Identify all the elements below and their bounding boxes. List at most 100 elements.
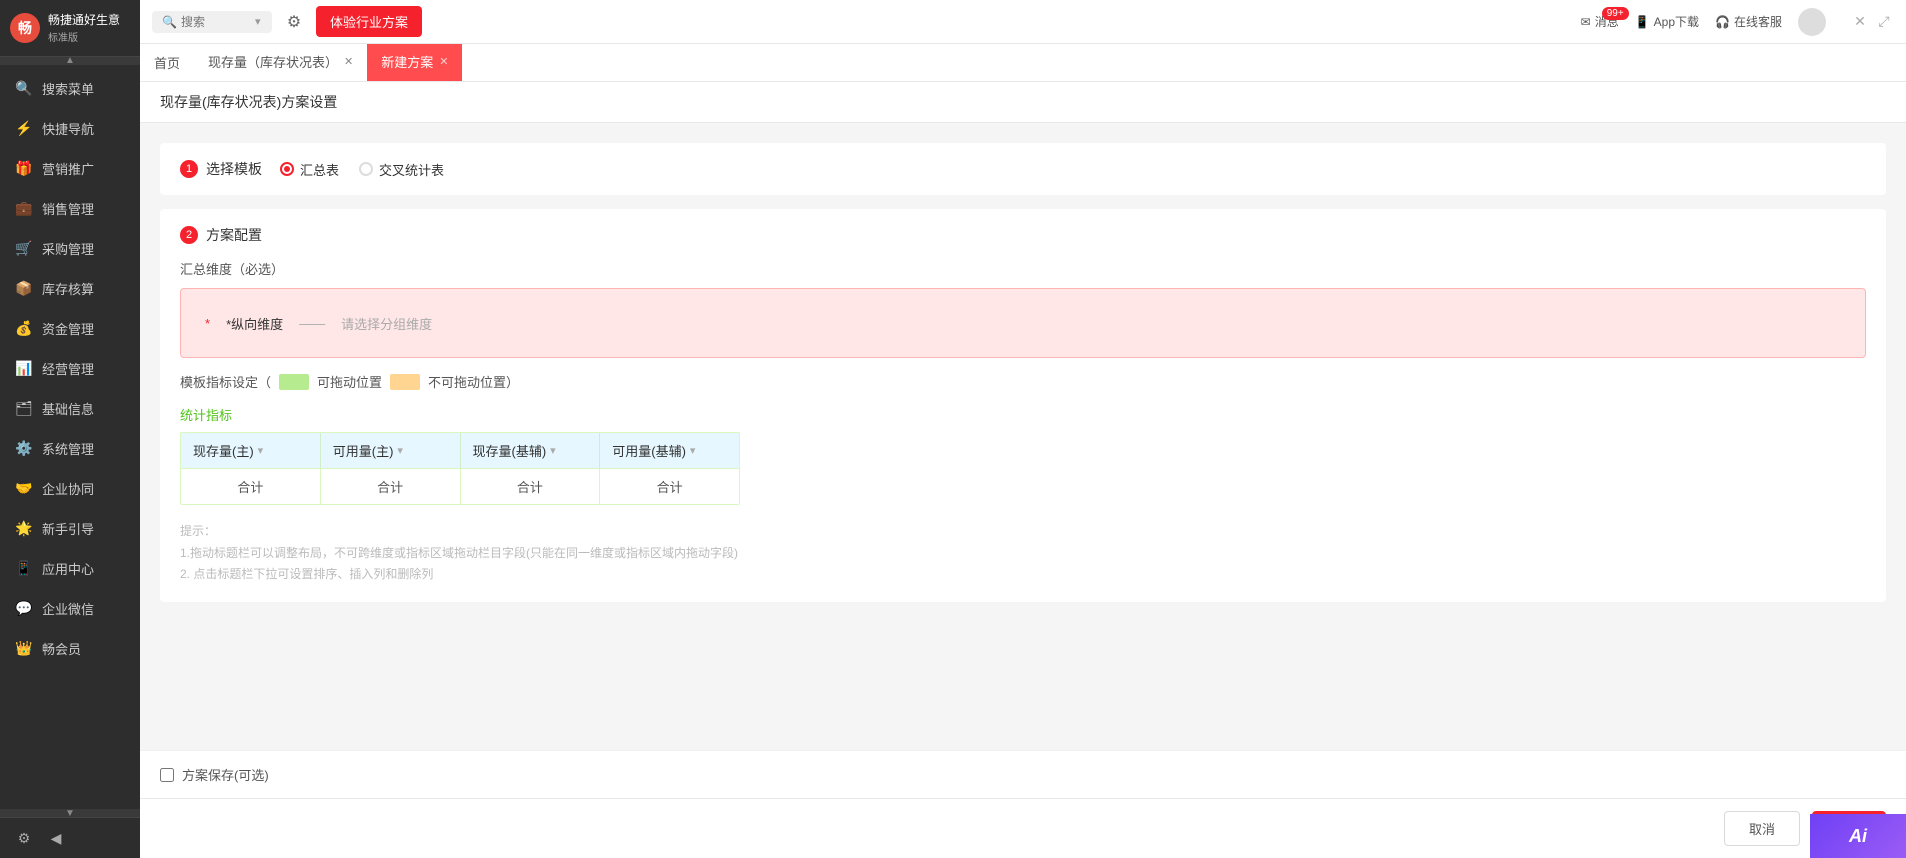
sidebar-label-enterprise: 企业协同 [42,479,94,498]
cancel-button[interactable]: 取消 [1724,811,1800,846]
gear-icon: ⚙️ [14,439,34,459]
sidebar-item-marketing[interactable]: 🎁 营销推广 [0,149,140,189]
form-container: 1 选择模板 汇总表 交叉统计表 [140,123,1906,750]
step1-num: 1 [180,160,198,178]
sidebar-item-finance[interactable]: 💰 资金管理 [0,309,140,349]
stats-col-3: 可用量(基辅) ▾ [600,433,739,468]
sidebar-item-wechat[interactable]: 💬 企业微信 [0,589,140,629]
search-input[interactable] [181,15,251,29]
sidebar-item-base-info[interactable]: 🗂 基础信息 [0,389,140,429]
col1-chevron[interactable]: ▾ [397,444,403,457]
step1-title: 选择模板 [206,159,262,179]
footer-bar: 取消 查询 [140,798,1906,858]
radio-summary[interactable]: 汇总表 [280,160,339,179]
sidebar-item-app-center[interactable]: 📱 应用中心 [0,549,140,589]
new-scheme-tab-label: 新建方案 [381,52,433,71]
inventory-tab-close-icon[interactable]: ✕ [344,55,353,68]
sidebar-label-quick-nav: 快捷导航 [42,119,94,138]
sidebar-label-membership: 畅会员 [42,639,81,658]
folder-icon: 🗂 [14,399,34,419]
non-draggable-label: 不可拖动位置） [428,372,519,391]
sidebar-label-base-info: 基础信息 [42,399,94,418]
tip-item-1: 2. 点击标题栏下拉可设置排序、插入列和删除列 [180,564,1866,586]
online-service-button[interactable]: 🎧 在线客服 [1715,13,1782,30]
tab-new-scheme[interactable]: 新建方案 ✕ [367,44,462,81]
logo-icon: 畅 [10,13,40,43]
sidebar-label-inventory: 库存核算 [42,279,94,298]
sidebar-label-search-menu: 搜索菜单 [42,79,94,98]
message-button[interactable]: ✉ 消息 99+ [1581,13,1619,30]
inventory-tab-label: 现存量（库存状况表） [208,52,338,71]
lightning-icon: ⚡ [14,119,34,139]
search-box[interactable]: 🔍 ▾ [152,11,272,33]
window-controls: ✕ ⤢ [1850,12,1894,32]
col0-chevron[interactable]: ▾ [258,444,264,457]
sidebar-label-wechat: 企业微信 [42,599,94,618]
stats-cell-2: 合计 [461,469,601,504]
col3-label: 可用量(基辅) [612,441,686,460]
sidebar-item-enterprise[interactable]: 🤝 企业协同 [0,469,140,509]
settings-bottom-icon[interactable]: ⚙ [14,828,34,848]
template-settings-label: 模板指标设定（ [180,372,271,391]
tab-home[interactable]: 首页 [140,45,194,80]
sidebar-item-sales[interactable]: 💼 销售管理 [0,189,140,229]
sidebar-item-new-guide[interactable]: 🌟 新手引导 [0,509,140,549]
headset-icon: 🎧 [1715,15,1730,29]
sidebar-item-purchase[interactable]: 🛒 采购管理 [0,229,140,269]
stats-label: 统计指标 [180,405,1866,424]
sidebar-item-inventory[interactable]: 📦 库存核算 [0,269,140,309]
col3-chevron[interactable]: ▾ [690,444,696,457]
sidebar-item-quick-nav[interactable]: ⚡ 快捷导航 [0,109,140,149]
sidebar-item-search-menu[interactable]: 🔍 搜索菜单 [0,69,140,109]
save-option-row: 方案保存(可选) [140,750,1906,798]
message-icon: ✉ [1581,15,1591,29]
money-icon: 💰 [14,319,34,339]
tab-inventory-status[interactable]: 现存量（库存状况表） ✕ [194,44,367,81]
sidebar-label-operation: 经营管理 [42,359,94,378]
col2-chevron[interactable]: ▾ [550,444,556,457]
save-checkbox[interactable] [160,768,174,782]
stats-table: 现存量(主) ▾ 可用量(主) ▾ 现存量(基辅) ▾ 可用量(基辅) [180,432,740,505]
new-scheme-tab-close-icon[interactable]: ✕ [439,55,448,68]
radio-summary-circle [280,162,294,176]
tabs-bar: 首页 现存量（库存状况表） ✕ 新建方案 ✕ [140,44,1906,82]
gift-icon: 🎁 [14,159,34,179]
save-label: 方案保存(可选) [182,765,269,784]
radio-summary-label: 汇总表 [300,160,339,179]
collapse-icon[interactable]: ◀ [46,828,66,848]
stats-col-2: 现存量(基辅) ▾ [461,433,601,468]
sidebar-item-membership[interactable]: 👑 畅会员 [0,629,140,669]
star-icon: 🌟 [14,519,34,539]
close-window-icon[interactable]: ✕ [1850,12,1870,32]
sidebar-item-system[interactable]: ⚙️ 系统管理 [0,429,140,469]
step2-block: 2 方案配置 汇总维度（必选） * *纵向维度 —— 请选择分组维度 模板指标设… [160,209,1886,602]
dash-separator: —— [299,316,325,331]
draggable-label: 可拖动位置 [317,372,382,391]
required-marker: * [205,316,210,331]
step2-num: 2 [180,226,198,244]
non-draggable-indicator [390,374,420,390]
sidebar-item-operation[interactable]: 📊 经营管理 [0,349,140,389]
tips-section: 提示： 1.拖动标题栏可以调整布局，不可跨维度或指标区域拖动栏目字段(只能在同一… [180,521,1866,586]
user-avatar[interactable] [1798,8,1826,36]
radio-cross-label: 交叉统计表 [379,160,444,179]
topbar-settings-icon[interactable]: ⚙ [280,8,308,36]
content-area: 现存量(库存状况表)方案设置 1 选择模板 汇总表 [140,82,1906,858]
app-name: 畅捷通好生意 [48,12,120,29]
topbar-right: ✉ 消息 99+ 📱 App下载 🎧 在线客服 ✕ ⤢ [1581,8,1894,36]
app-download-button[interactable]: 📱 App下载 [1635,13,1699,30]
box-icon: 📦 [14,279,34,299]
radio-cross[interactable]: 交叉统计表 [359,160,444,179]
wechat-icon: 💬 [14,599,34,619]
expand-icon[interactable]: ⤢ [1874,12,1894,32]
stats-header: 现存量(主) ▾ 可用量(主) ▾ 现存量(基辅) ▾ 可用量(基辅) [181,433,739,468]
chart-icon: 📊 [14,359,34,379]
sidebar-bottom: ⚙ ◀ [0,817,140,858]
vertical-label: *纵向维度 [226,314,283,333]
ai-badge[interactable]: Ai [1810,814,1906,858]
page-title: 现存量(库存状况表)方案设置 [140,82,1906,123]
col1-label: 可用量(主) [333,441,394,460]
dimension-label: 汇总维度（必选） [180,259,1866,278]
handshake-icon: 🤝 [14,479,34,499]
trial-button[interactable]: 体验行业方案 [316,6,422,37]
